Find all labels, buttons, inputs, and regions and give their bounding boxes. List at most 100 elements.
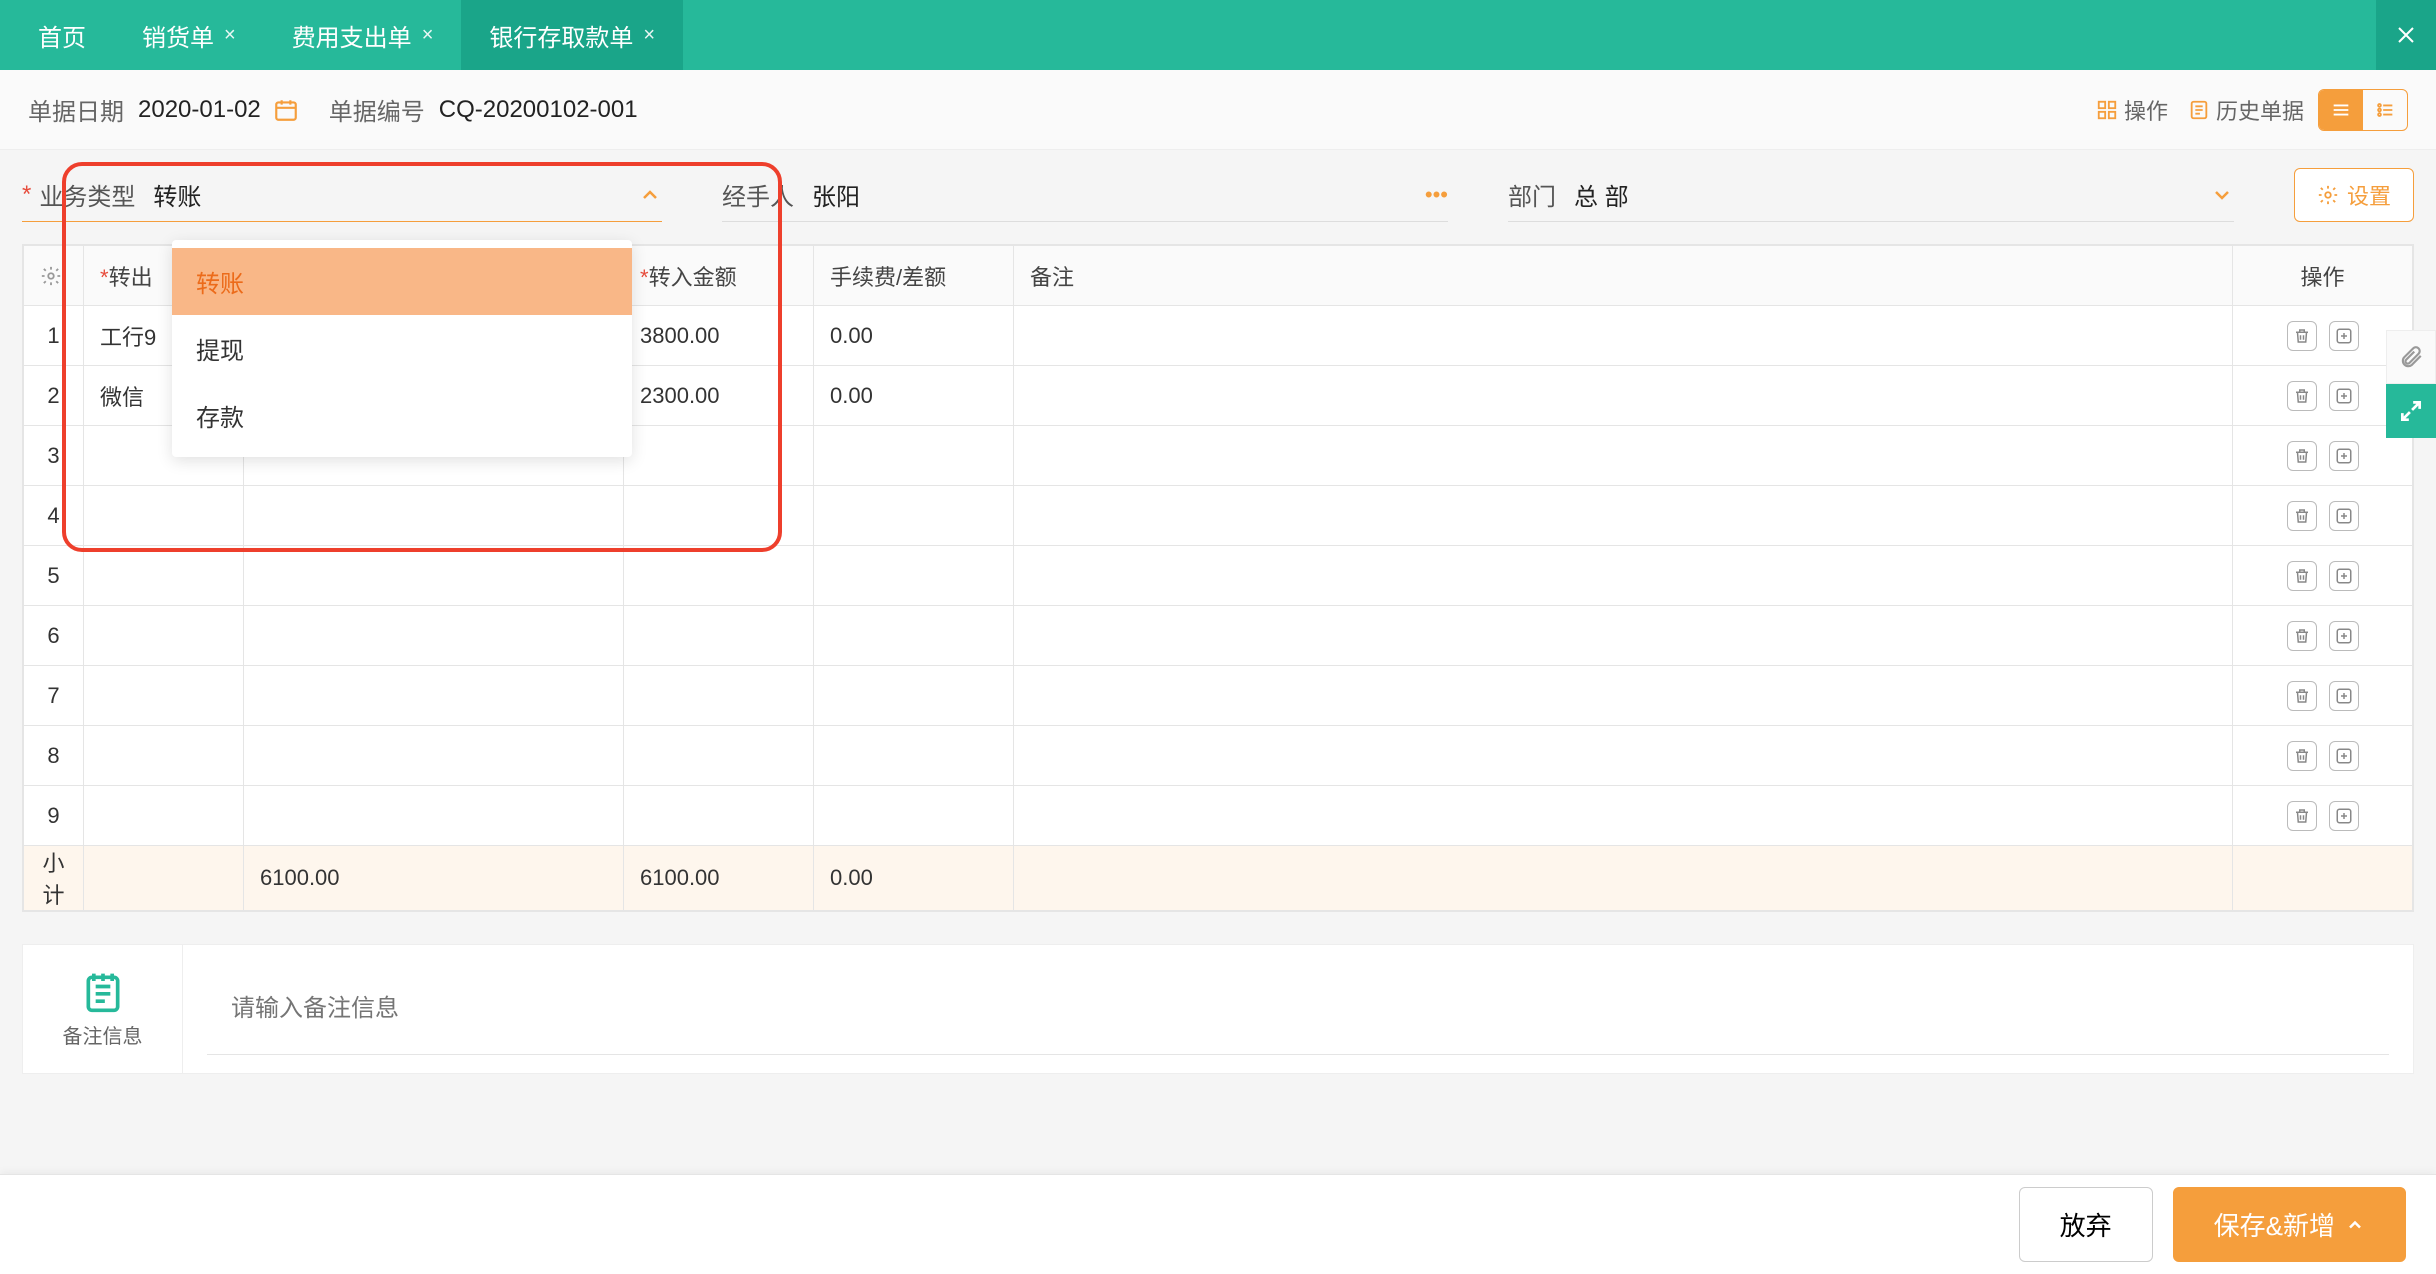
cell-fee[interactable] bbox=[814, 666, 1014, 726]
more-icon[interactable]: ••• bbox=[1425, 182, 1448, 208]
cell-remark[interactable] bbox=[1014, 666, 2233, 726]
cell-out-acct[interactable] bbox=[84, 786, 244, 846]
table-row[interactable]: 9 bbox=[24, 786, 2413, 846]
table-row[interactable]: 4 bbox=[24, 486, 2413, 546]
dropdown-item-deposit[interactable]: 存款 bbox=[172, 382, 632, 449]
cell-fee[interactable] bbox=[814, 486, 1014, 546]
table-row[interactable]: 5 bbox=[24, 546, 2413, 606]
required-mark: * bbox=[22, 181, 31, 209]
delete-row-button[interactable] bbox=[2287, 621, 2317, 651]
cell-remark[interactable] bbox=[1014, 546, 2233, 606]
cell-fee[interactable] bbox=[814, 726, 1014, 786]
cell-remark[interactable] bbox=[1014, 486, 2233, 546]
cell-out-amount[interactable] bbox=[244, 666, 624, 726]
cell-in-amount[interactable]: 3800.00 bbox=[624, 306, 814, 366]
delete-row-button[interactable] bbox=[2287, 501, 2317, 531]
delete-row-button[interactable] bbox=[2287, 381, 2317, 411]
view-card-button[interactable] bbox=[2363, 90, 2407, 130]
cell-in-amount[interactable]: 2300.00 bbox=[624, 366, 814, 426]
cell-in-amount[interactable] bbox=[624, 486, 814, 546]
cell-remark[interactable] bbox=[1014, 786, 2233, 846]
close-all-button[interactable] bbox=[2376, 0, 2436, 70]
add-row-button[interactable] bbox=[2329, 561, 2359, 591]
cell-in-amount[interactable] bbox=[624, 786, 814, 846]
tab-bank[interactable]: 银行存取款单× bbox=[461, 0, 683, 70]
delete-row-button[interactable] bbox=[2287, 741, 2317, 771]
settings-button[interactable]: 设置 bbox=[2294, 168, 2414, 222]
remark-input[interactable] bbox=[207, 963, 2389, 1055]
history-button[interactable]: 历史单据 bbox=[2188, 94, 2304, 126]
delete-row-button[interactable] bbox=[2287, 441, 2317, 471]
delete-row-button[interactable] bbox=[2287, 801, 2317, 831]
cell-out-amount[interactable] bbox=[244, 606, 624, 666]
tab-expense[interactable]: 费用支出单 × bbox=[264, 0, 462, 70]
cell-in-amount[interactable] bbox=[624, 606, 814, 666]
handler-label: 经手人 bbox=[722, 177, 794, 212]
delete-row-button[interactable] bbox=[2287, 321, 2317, 351]
add-row-button[interactable] bbox=[2329, 681, 2359, 711]
table-row[interactable]: 8 bbox=[24, 726, 2413, 786]
tab-expense-label: 费用支出单 bbox=[292, 18, 412, 53]
cell-out-acct[interactable] bbox=[84, 606, 244, 666]
view-list-button[interactable] bbox=[2319, 90, 2363, 130]
cell-out-amount[interactable] bbox=[244, 546, 624, 606]
cell-out-amount[interactable] bbox=[244, 726, 624, 786]
column-config-button[interactable] bbox=[24, 246, 84, 306]
date-value[interactable]: 2020-01-02 bbox=[138, 96, 261, 124]
cell-remark[interactable] bbox=[1014, 606, 2233, 666]
cell-out-amount[interactable] bbox=[244, 486, 624, 546]
cell-out-acct[interactable] bbox=[84, 546, 244, 606]
close-icon[interactable]: × bbox=[224, 24, 236, 47]
delete-row-button[interactable] bbox=[2287, 681, 2317, 711]
cell-out-amount[interactable] bbox=[244, 786, 624, 846]
cell-fee[interactable] bbox=[814, 606, 1014, 666]
expand-button[interactable] bbox=[2386, 384, 2436, 438]
business-type-field[interactable]: * 业务类型 转账 转账 提现 存款 bbox=[22, 168, 662, 222]
cell-in-amount[interactable] bbox=[624, 546, 814, 606]
table-row[interactable]: 6 bbox=[24, 606, 2413, 666]
operations-button[interactable]: 操作 bbox=[2096, 94, 2168, 126]
cell-out-acct[interactable] bbox=[84, 486, 244, 546]
cell-out-acct[interactable] bbox=[84, 726, 244, 786]
cell-fee[interactable]: 0.00 bbox=[814, 306, 1014, 366]
dropdown-item-transfer[interactable]: 转账 bbox=[172, 248, 632, 315]
cell-remark[interactable] bbox=[1014, 306, 2233, 366]
cell-fee[interactable] bbox=[814, 426, 1014, 486]
remark-side-label: 备注信息 bbox=[63, 1020, 143, 1049]
chevron-up-icon[interactable] bbox=[638, 183, 662, 207]
cell-remark[interactable] bbox=[1014, 426, 2233, 486]
add-row-button[interactable] bbox=[2329, 741, 2359, 771]
close-icon[interactable]: × bbox=[643, 24, 655, 47]
attachment-button[interactable] bbox=[2386, 330, 2436, 384]
cell-remark[interactable] bbox=[1014, 366, 2233, 426]
chevron-down-icon[interactable] bbox=[2210, 183, 2234, 207]
table-row[interactable]: 7 bbox=[24, 666, 2413, 726]
row-index: 1 bbox=[24, 306, 84, 366]
calendar-icon[interactable] bbox=[273, 97, 299, 123]
tab-home[interactable]: 首页 bbox=[10, 0, 114, 70]
cell-in-amount[interactable] bbox=[624, 726, 814, 786]
dropdown-item-withdraw[interactable]: 提现 bbox=[172, 315, 632, 382]
add-row-button[interactable] bbox=[2329, 381, 2359, 411]
add-row-button[interactable] bbox=[2329, 621, 2359, 651]
add-row-button[interactable] bbox=[2329, 321, 2359, 351]
save-and-new-button[interactable]: 保存&新增 bbox=[2173, 1187, 2406, 1262]
add-row-button[interactable] bbox=[2329, 801, 2359, 831]
subtotal-fee: 0.00 bbox=[814, 846, 1014, 911]
history-label: 历史单据 bbox=[2216, 94, 2304, 126]
add-row-button[interactable] bbox=[2329, 441, 2359, 471]
cell-fee[interactable]: 0.00 bbox=[814, 366, 1014, 426]
cell-fee[interactable] bbox=[814, 786, 1014, 846]
cell-fee[interactable] bbox=[814, 546, 1014, 606]
cell-in-amount[interactable] bbox=[624, 426, 814, 486]
cell-remark[interactable] bbox=[1014, 726, 2233, 786]
delete-row-button[interactable] bbox=[2287, 561, 2317, 591]
handler-field[interactable]: 经手人 张阳 ••• bbox=[722, 168, 1448, 222]
close-icon[interactable]: × bbox=[422, 24, 434, 47]
cancel-button[interactable]: 放弃 bbox=[2019, 1187, 2153, 1262]
tab-sales[interactable]: 销货单× bbox=[114, 0, 264, 70]
add-row-button[interactable] bbox=[2329, 501, 2359, 531]
cell-in-amount[interactable] bbox=[624, 666, 814, 726]
dept-field[interactable]: 部门 总 部 bbox=[1508, 168, 2234, 222]
cell-out-acct[interactable] bbox=[84, 666, 244, 726]
